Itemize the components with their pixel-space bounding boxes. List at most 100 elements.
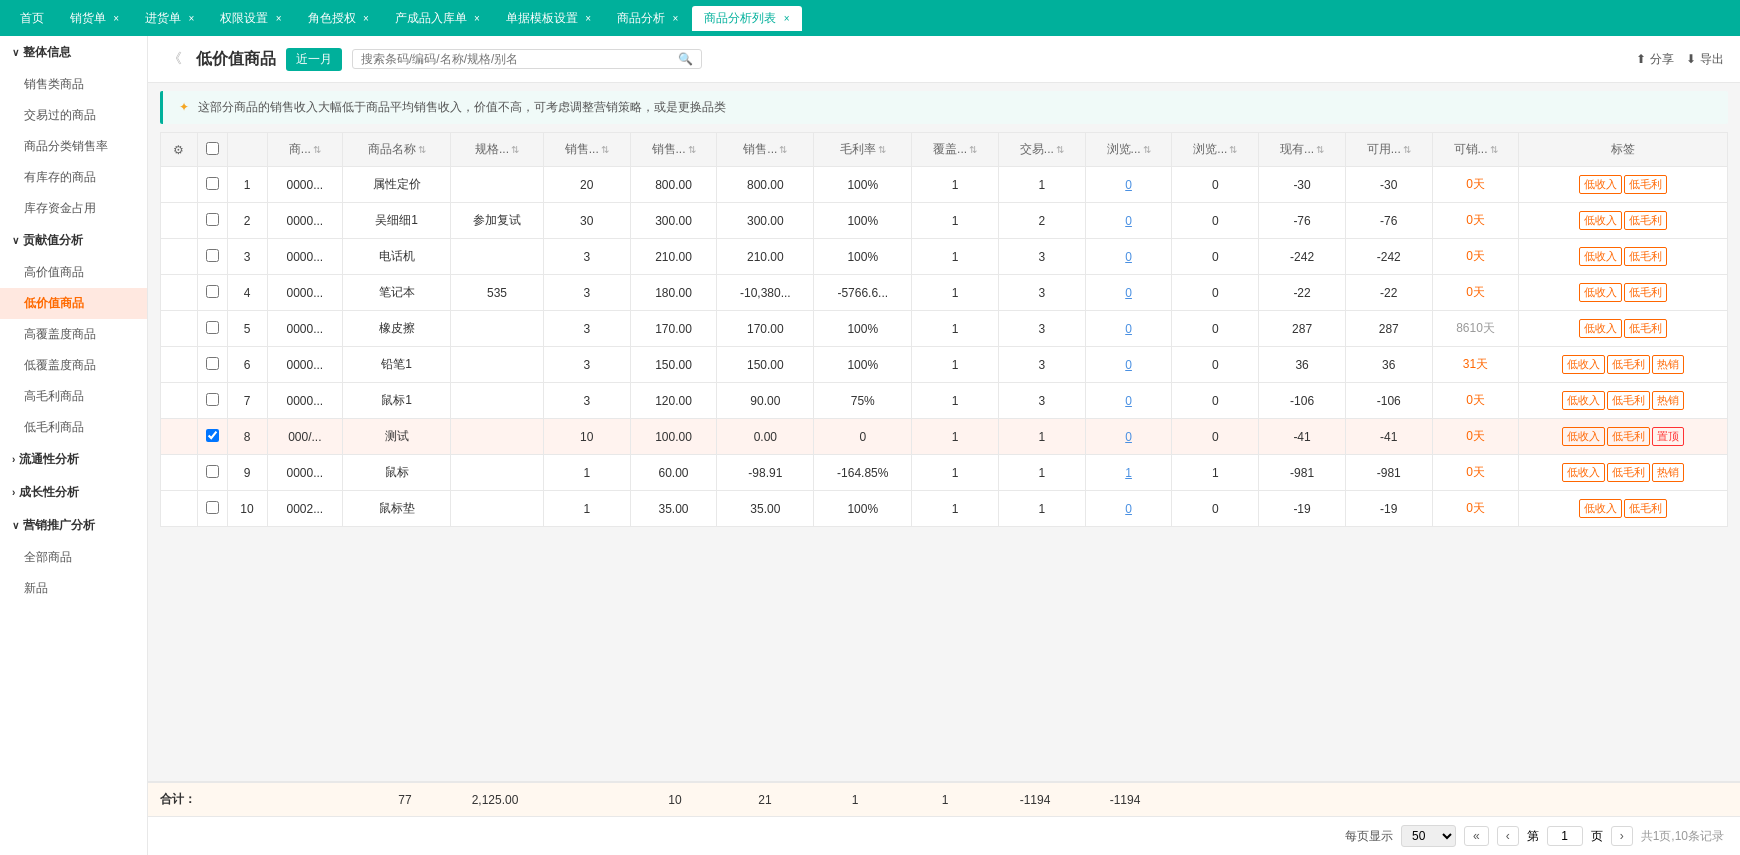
td-browse1[interactable]: 0 [1085,203,1172,239]
row-checkbox-7[interactable] [206,429,219,442]
first-page-button[interactable]: « [1464,826,1489,846]
nav-close-product-analysis-list[interactable]: × [784,13,790,24]
nav-close-template[interactable]: × [585,13,591,24]
td-browse1[interactable]: 1 [1085,455,1172,491]
th-sales3[interactable]: 销售...⇅ [717,133,814,167]
next-page-button[interactable]: › [1611,826,1633,846]
sort-browse1-icon[interactable]: ⇅ [1143,144,1151,155]
row-checkbox-5[interactable] [206,357,219,370]
page-size-select[interactable]: 50 100 200 [1401,825,1456,847]
th-sales1[interactable]: 销售...⇅ [543,133,630,167]
sidebar-item-stock-products[interactable]: 有库存的商品 [0,162,147,193]
sidebar-item-new-products[interactable]: 新品 [0,573,147,604]
sort-trade-icon[interactable]: ⇅ [1056,144,1064,155]
td-checkbox[interactable] [197,347,227,383]
row-checkbox-9[interactable] [206,501,219,514]
sidebar-item-sales-products[interactable]: 销售类商品 [0,69,147,100]
td-checkbox[interactable] [197,239,227,275]
row-checkbox-4[interactable] [206,321,219,334]
sidebar-group-circulation[interactable]: › 流通性分析 [0,443,147,476]
th-trade[interactable]: 交易...⇅ [998,133,1085,167]
td-checkbox[interactable] [197,167,227,203]
row-checkbox-2[interactable] [206,249,219,262]
sort-sellable-icon[interactable]: ⇅ [1490,144,1498,155]
sort-code-icon[interactable]: ⇅ [313,144,321,155]
td-checkbox[interactable] [197,455,227,491]
th-sales2[interactable]: 销售...⇅ [630,133,717,167]
collapse-sidebar-button[interactable]: 《 [164,46,186,72]
nav-item-product-analysis[interactable]: 商品分析 × [605,6,690,31]
row-checkbox-0[interactable] [206,177,219,190]
td-browse1[interactable]: 0 [1085,491,1172,527]
sort-spec-icon[interactable]: ⇅ [511,144,519,155]
th-name[interactable]: 商品名称⇅ [343,133,451,167]
browse1-link[interactable]: 1 [1125,466,1132,480]
sort-sales1-icon[interactable]: ⇅ [601,144,609,155]
browse1-link[interactable]: 0 [1125,322,1132,336]
nav-close-product-entry[interactable]: × [474,13,480,24]
sidebar-item-high-margin[interactable]: 高毛利商品 [0,381,147,412]
sort-stock2-icon[interactable]: ⇅ [1403,144,1411,155]
th-stock1[interactable]: 现有...⇅ [1259,133,1346,167]
sort-name-icon[interactable]: ⇅ [418,144,426,155]
sidebar-item-high-coverage[interactable]: 高覆盖度商品 [0,319,147,350]
search-icon[interactable]: 🔍 [678,52,693,66]
th-sellable[interactable]: 可销...⇅ [1432,133,1519,167]
row-checkbox-3[interactable] [206,285,219,298]
nav-item-role[interactable]: 角色授权 × [296,6,381,31]
th-settings[interactable]: ⚙ [161,133,198,167]
sort-sales2-icon[interactable]: ⇅ [688,144,696,155]
sidebar-group-marketing[interactable]: ∨ 营销推广分析 [0,509,147,542]
td-browse1[interactable]: 0 [1085,383,1172,419]
td-browse1[interactable]: 0 [1085,347,1172,383]
th-cover[interactable]: 覆盖...⇅ [912,133,999,167]
th-spec[interactable]: 规格...⇅ [451,133,544,167]
nav-close-permission[interactable]: × [276,13,282,24]
sidebar-item-low-value[interactable]: 低价值商品 [0,288,147,319]
browse1-link[interactable]: 0 [1125,214,1132,228]
nav-close-product-analysis[interactable]: × [672,13,678,24]
nav-close-sales[interactable]: × [113,13,119,24]
th-checkbox[interactable] [197,133,227,167]
row-checkbox-1[interactable] [206,213,219,226]
period-button[interactable]: 近一月 [286,48,342,71]
td-browse1[interactable]: 0 [1085,239,1172,275]
th-margin[interactable]: 毛利率⇅ [814,133,912,167]
row-checkbox-6[interactable] [206,393,219,406]
sidebar-item-low-margin[interactable]: 低毛利商品 [0,412,147,443]
sidebar-item-traded-products[interactable]: 交易过的商品 [0,100,147,131]
browse1-link[interactable]: 0 [1125,502,1132,516]
search-input[interactable] [361,52,678,66]
sidebar-item-all-products[interactable]: 全部商品 [0,542,147,573]
sidebar-group-contribution[interactable]: ∨ 贡献值分析 [0,224,147,257]
nav-item-home[interactable]: 首页 [8,6,56,31]
th-code[interactable]: 商...⇅ [267,133,343,167]
export-button[interactable]: ⬇ 导出 [1686,51,1724,68]
sort-sales3-icon[interactable]: ⇅ [779,144,787,155]
sidebar-item-stock-capital[interactable]: 库存资金占用 [0,193,147,224]
td-browse1[interactable]: 0 [1085,419,1172,455]
share-button[interactable]: ⬆ 分享 [1636,51,1674,68]
td-checkbox[interactable] [197,275,227,311]
browse1-link[interactable]: 0 [1125,178,1132,192]
th-browse1[interactable]: 浏览...⇅ [1085,133,1172,167]
prev-page-button[interactable]: ‹ [1497,826,1519,846]
sort-margin-icon[interactable]: ⇅ [878,144,886,155]
th-browse2[interactable]: 浏览...⇅ [1172,133,1259,167]
sidebar-item-category-rate[interactable]: 商品分类销售率 [0,131,147,162]
sidebar-group-overall[interactable]: ∨ 整体信息 [0,36,147,69]
sidebar-item-low-coverage[interactable]: 低覆盖度商品 [0,350,147,381]
nav-item-product-analysis-list[interactable]: 商品分析列表 × [692,6,801,31]
td-checkbox[interactable] [197,383,227,419]
nav-item-template[interactable]: 单据模板设置 × [494,6,603,31]
th-stock2[interactable]: 可用...⇅ [1345,133,1432,167]
sidebar-group-growth[interactable]: › 成长性分析 [0,476,147,509]
browse1-link[interactable]: 0 [1125,250,1132,264]
sidebar-item-high-value[interactable]: 高价值商品 [0,257,147,288]
browse1-link[interactable]: 0 [1125,430,1132,444]
nav-item-permission[interactable]: 权限设置 × [208,6,293,31]
sort-stock1-icon[interactable]: ⇅ [1316,144,1324,155]
td-browse1[interactable]: 0 [1085,311,1172,347]
page-number-input[interactable] [1547,826,1583,846]
sort-browse2-icon[interactable]: ⇅ [1229,144,1237,155]
